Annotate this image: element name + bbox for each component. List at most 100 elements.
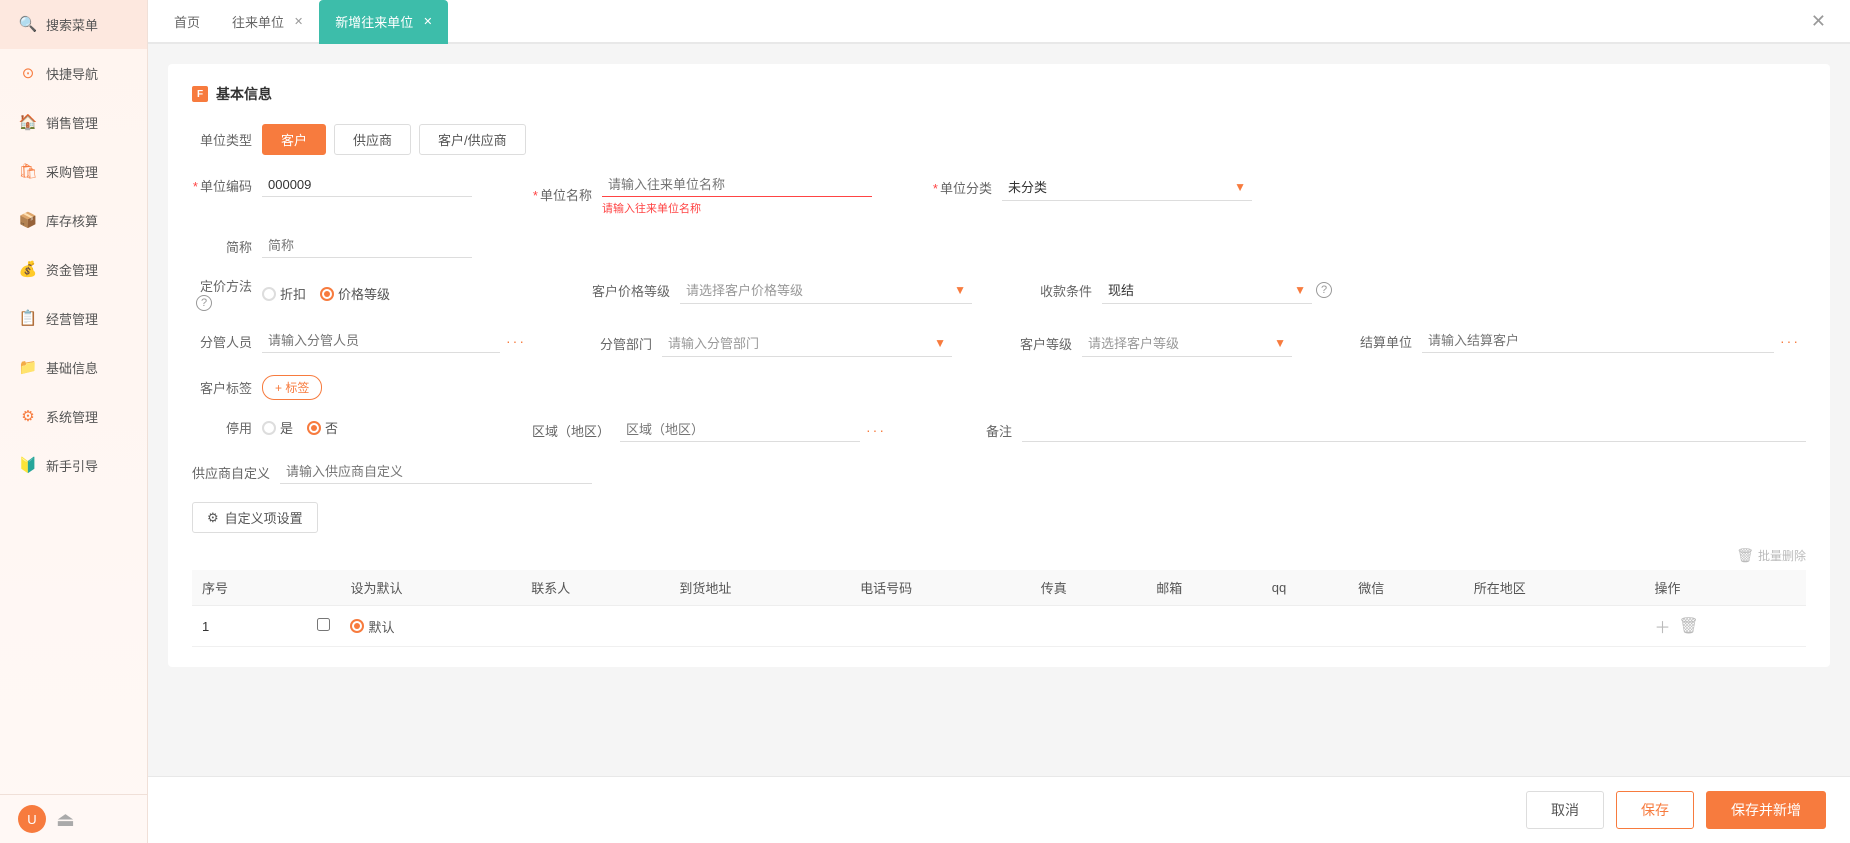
no-label: 否 [325,418,338,437]
field-unit-name: *单位名称 请输入往来单位名称 [532,173,872,216]
sidebar-item-newbie[interactable]: 🔰 新手引导 [0,441,147,490]
tab-home[interactable]: 首页 [158,0,216,44]
page-content: F 基本信息 单位类型 客户 供应商 客户/供应商 [148,44,1850,776]
col-checkbox [307,570,340,606]
supervisor-input[interactable] [262,329,500,353]
disabled-no-radio[interactable]: 否 [307,418,338,437]
settlement-input[interactable] [1422,329,1774,353]
sidebar-item-inventory[interactable]: 📦 库存核算 [0,196,147,245]
sidebar-item-operation[interactable]: 📋 经营管理 [0,294,147,343]
form-row-supplier-custom: 供应商自定义 [192,460,1806,484]
customer-level-select[interactable]: 请选择客户等级 ▼ [1082,329,1292,357]
batch-delete-label[interactable]: 批量删除 [1758,547,1806,564]
unit-category-arrow-icon: ▼ [1228,180,1252,194]
form-row-code-name-cat: *单位编码 *单位名称 请输入往来单位名称 [192,173,1806,216]
remark-input[interactable] [1022,418,1806,442]
user-avatar: U [18,805,46,833]
customer-price-level-label: 客户价格等级 [592,281,680,300]
form-row-tag: 客户标签 + 标签 [192,375,1806,400]
supplier-custom-input[interactable] [280,460,592,484]
sidebar-item-system[interactable]: ⚙ 系统管理 [0,392,147,441]
field-customer-level: 客户等级 请选择客户等级 ▼ [1012,329,1292,357]
sidebar-item-label: 快捷导航 [46,64,98,83]
money-icon: 💰 [18,259,38,279]
row-checkbox[interactable] [317,618,330,631]
settlement-more-icon[interactable]: ··· [1774,333,1806,349]
row-default-cell: 默认 [340,606,521,647]
sidebar-item-label: 新手引导 [46,456,98,475]
unit-code-input[interactable] [262,173,472,197]
section-title-basic-info: F 基本信息 [192,84,1806,104]
department-label: 分管部门 [592,334,662,353]
unit-type-customer-btn[interactable]: 客户 [262,124,326,155]
pricing-discount-radio[interactable]: 折扣 [262,284,306,303]
row-delete-icon[interactable]: 🗑 [1679,616,1699,636]
tab-partners-label: 往来单位 [232,12,284,31]
sidebar-item-label: 采购管理 [46,162,98,181]
sidebar-item-label: 库存核算 [46,211,98,230]
row-address [669,606,850,647]
payment-terms-select[interactable]: 现结 ▼ [1102,276,1312,304]
row-add-icon[interactable]: ＋ [1654,614,1670,638]
unit-name-input[interactable] [602,173,872,197]
sidebar-item-shortcut[interactable]: ⊙ 快捷导航 [0,49,147,98]
form-row-unit-type: 单位类型 客户 供应商 客户/供应商 [192,124,1806,155]
region-input[interactable] [620,418,860,442]
required-mark2: * [533,188,538,203]
sidebar-item-sales[interactable]: 🏠 销售管理 [0,98,147,147]
tab-bar: 首页 往来单位 ✕ 新增往来单位 ✕ ✕ [148,0,1850,44]
sidebar-item-label: 经营管理 [46,309,98,328]
unit-type-both-btn[interactable]: 客户/供应商 [419,124,526,155]
field-disabled: 停用 是 否 [192,418,472,437]
tab-new-partner[interactable]: 新增往来单位 ✕ [319,0,448,44]
field-short-name: 简称 [192,234,472,258]
section-title-icon: F [192,86,208,102]
row-email [1146,606,1261,647]
customer-price-level-select[interactable]: 请选择客户价格等级 ▼ [680,276,972,304]
customer-level-label: 客户等级 [1012,334,1082,353]
customer-level-arrow-icon: ▼ [1268,336,1292,350]
save-and-new-button[interactable]: 保存并新增 [1706,791,1826,829]
unit-type-supplier-btn[interactable]: 供应商 [334,124,411,155]
row-phone [850,606,1031,647]
sidebar: 🔍 搜索菜单 ⊙ 快捷导航 🏠 销售管理 🛍 采购管理 📦 库存核算 💰 资金管… [0,0,148,843]
pricing-help-icon[interactable]: ? [196,295,212,311]
supervisor-label: 分管人员 [192,332,262,351]
yes-radio-circle [262,421,276,435]
tab-home-label: 首页 [174,12,200,31]
pricing-level-radio[interactable]: 价格等级 [320,284,390,303]
tab-new-partner-close[interactable]: ✕ [423,15,432,28]
region-more-icon[interactable]: ··· [860,422,892,438]
table-row: 1 默认 [192,606,1806,647]
cancel-button[interactable]: 取消 [1526,791,1604,829]
supervisor-more-icon[interactable]: ··· [500,333,532,349]
payment-terms-help-icon[interactable]: ? [1316,282,1332,298]
sidebar-item-purchase[interactable]: 🛍 采购管理 [0,147,147,196]
custom-settings-button[interactable]: ⚙ 自定义项设置 [192,502,318,533]
row-default-radio[interactable]: 默认 [350,617,511,636]
sidebar-item-label: 系统管理 [46,407,98,426]
short-name-input[interactable] [262,234,472,258]
sidebar-item-basic[interactable]: 📁 基础信息 [0,343,147,392]
tab-partners[interactable]: 往来单位 ✕ [216,0,319,44]
save-button[interactable]: 保存 [1616,791,1694,829]
settlement-label: 结算单位 [1352,332,1422,351]
col-fax: 传真 [1031,570,1146,606]
required-mark3: * [933,181,938,196]
sidebar-item-search[interactable]: 🔍 搜索菜单 [0,0,147,49]
window-close-button[interactable]: ✕ [1797,11,1840,32]
add-tag-button[interactable]: + 标签 [262,375,322,400]
unit-name-error: 请输入往来单位名称 [602,200,872,216]
unit-type-label: 单位类型 [192,130,262,149]
department-select[interactable]: 请输入分管部门 ▼ [662,329,952,357]
col-default: 设为默认 [340,570,521,606]
tab-partners-close[interactable]: ✕ [294,15,303,28]
pricing-radio-group: 折扣 价格等级 [262,284,390,303]
disabled-yes-radio[interactable]: 是 [262,418,293,437]
unit-category-select[interactable]: 未分类 ▼ [1002,173,1252,201]
unit-category-value: 未分类 [1002,173,1228,200]
col-location: 所在地区 [1464,570,1645,606]
col-phone: 电话号码 [850,570,1031,606]
form-row-pricing: 定价方法 ? 折扣 价格等级 [192,276,1806,311]
sidebar-item-finance[interactable]: 💰 资金管理 [0,245,147,294]
